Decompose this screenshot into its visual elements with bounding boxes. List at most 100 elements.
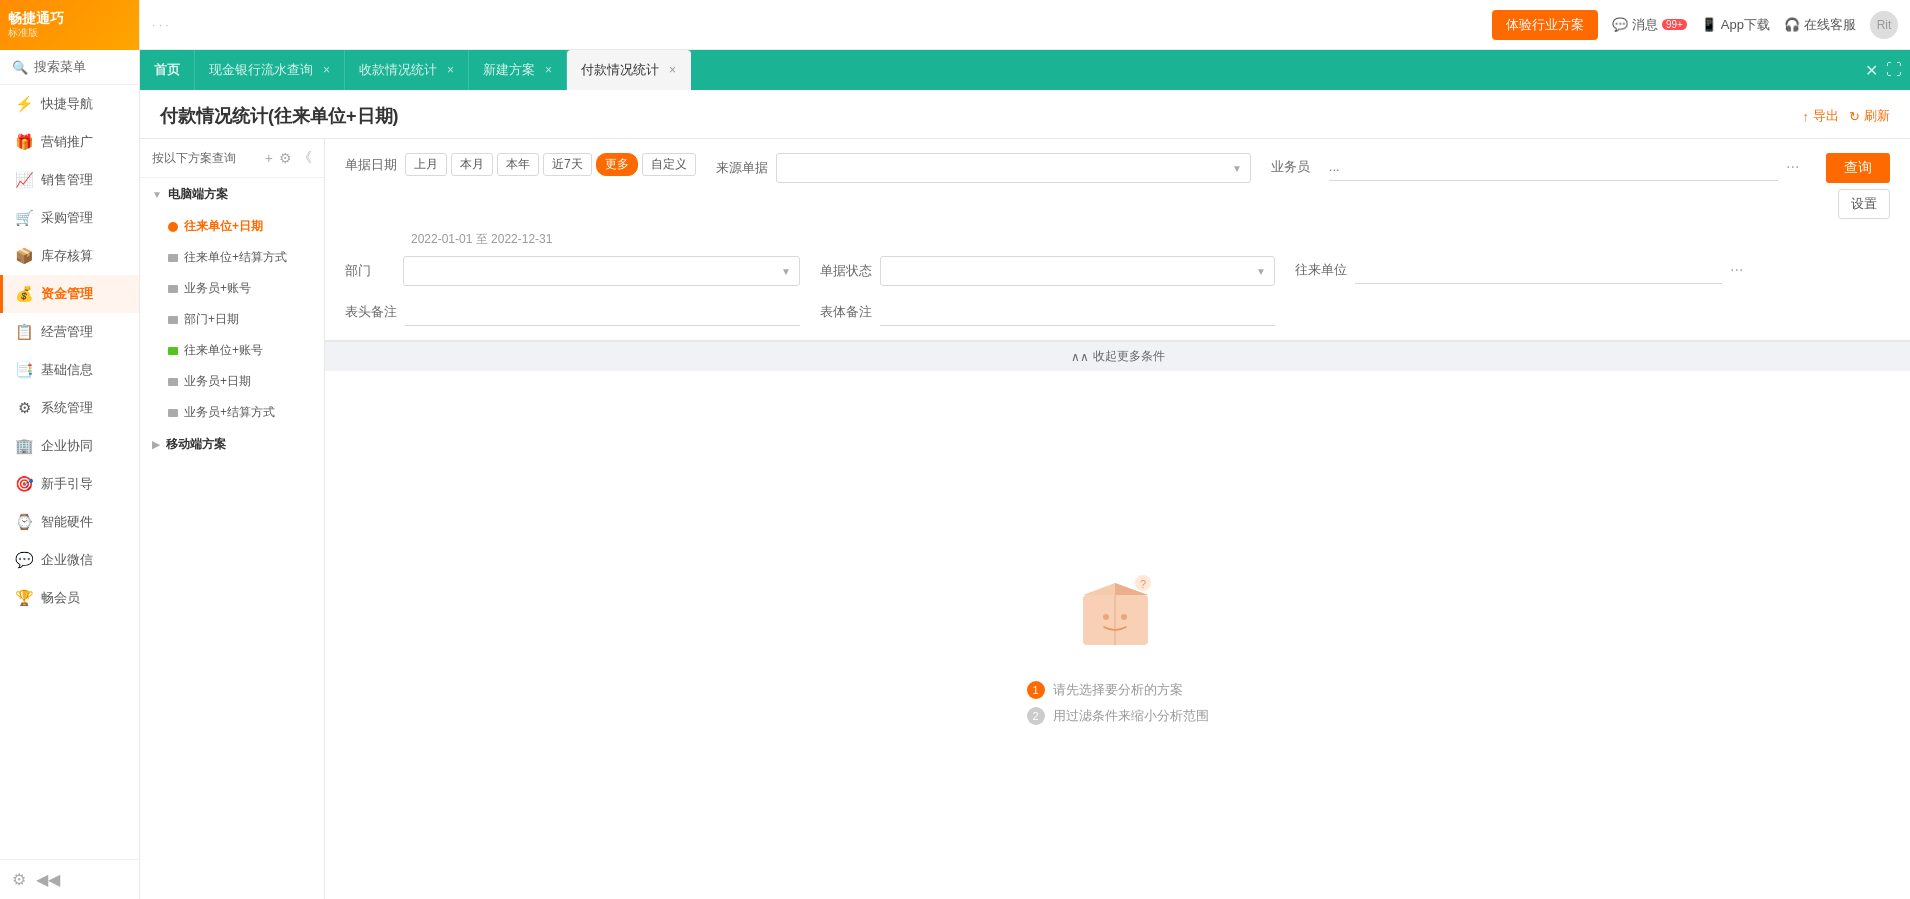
sidebar-item-label: 智能硬件 (41, 513, 93, 531)
topbar: · · · 体验行业方案 💬 消息 99+ 📱 App下载 🎧 在线客服 Rit (140, 0, 1910, 50)
scheme-panel-title: 按以下方案查询 (152, 150, 236, 167)
filter-source-select[interactable]: ▼ (776, 153, 1251, 183)
sidebar-item-marketing[interactable]: 🎁 营销推广 (0, 123, 139, 161)
tab-home[interactable]: 首页 (140, 50, 195, 90)
tab-cash-bank-close[interactable]: × (323, 63, 330, 77)
sidebar-item-purchase[interactable]: 🛒 采购管理 (0, 199, 139, 237)
hardware-icon: ⌚ (15, 513, 33, 531)
tab-payment-stats[interactable]: 付款情况统计 × (567, 50, 691, 90)
tab-new-plan[interactable]: 新建方案 × (469, 50, 567, 90)
empty-tip-1-text: 请先选择要分析的方案 (1053, 681, 1183, 699)
inventory-icon: 📦 (15, 247, 33, 265)
scheme-collapse-icon[interactable]: 《 (298, 149, 312, 167)
scheme-panel-icons: + ⚙ 《 (265, 149, 312, 167)
sidebar-item-sales[interactable]: 📈 销售管理 (0, 161, 139, 199)
fullscreen-button[interactable]: ⛶ (1886, 61, 1902, 79)
select-arrow-icon: ▼ (1232, 163, 1242, 174)
export-button[interactable]: ↑ 导出 (1803, 107, 1840, 125)
tab-receipt-close[interactable]: × (447, 63, 454, 77)
close-all-tabs-button[interactable]: ✕ (1865, 61, 1878, 80)
sidebar-search[interactable]: 🔍 搜索菜单 (0, 50, 139, 85)
sidebar-item-hardware[interactable]: ⌚ 智能硬件 (0, 503, 139, 541)
tab-receipt-stats[interactable]: 收款情况统计 × (345, 50, 469, 90)
message-action[interactable]: 💬 消息 99+ (1612, 16, 1687, 34)
scheme-item-staff-account[interactable]: 业务员+账号 (140, 273, 324, 304)
sidebar-item-member[interactable]: 🏆 畅会员 (0, 579, 139, 617)
filter-voucher-status-select[interactable]: ▼ (880, 256, 1275, 286)
refresh-icon: ↻ (1849, 109, 1860, 124)
sidebar-item-basic-info[interactable]: 📑 基础信息 (0, 351, 139, 389)
scheme-active-indicator (168, 222, 178, 232)
date-btn-custom[interactable]: 自定义 (642, 153, 696, 176)
filter-staff-input[interactable] (1329, 153, 1778, 181)
scheme-item-unit-date[interactable]: 往来单位+日期 (140, 211, 324, 242)
scheme-item-staff-date[interactable]: 业务员+日期 (140, 366, 324, 397)
collapse-bar[interactable]: ∧∧ 收起更多条件 (325, 341, 1910, 371)
sidebar-item-enterprise[interactable]: 🏢 企业协同 (0, 427, 139, 465)
system-icon: ⚙ (15, 399, 33, 417)
sidebar-item-operations[interactable]: 📋 经营管理 (0, 313, 139, 351)
collapse-sidebar-icon[interactable]: ◀◀ (36, 870, 60, 889)
date-btn-this-year[interactable]: 本年 (497, 153, 539, 176)
svg-point-4 (1103, 614, 1109, 620)
content-area: 按以下方案查询 + ⚙ 《 ▼ 电脑端方案 往来单位+日期 (140, 139, 1910, 899)
empty-box-svg: ? (1058, 545, 1178, 665)
user-avatar[interactable]: Rit (1870, 11, 1898, 39)
settings-footer-icon[interactable]: ⚙ (12, 870, 26, 889)
query-button[interactable]: 查询 (1826, 153, 1890, 183)
tab-payment-stats-label: 付款情况统计 (581, 61, 659, 79)
tab-bar: 首页 现金银行流水查询 × 收款情况统计 × 新建方案 × 付款情况统计 × ✕… (140, 50, 1910, 90)
date-btn-this-month[interactable]: 本月 (451, 153, 493, 176)
scheme-item-dept-date[interactable]: 部门+日期 (140, 304, 324, 335)
filter-settings-button[interactable]: 设置 (1838, 189, 1890, 219)
online-service-action[interactable]: 🎧 在线客服 (1784, 16, 1856, 34)
sidebar-item-capital[interactable]: 💰 资金管理 (0, 275, 139, 313)
svg-text:?: ? (1140, 578, 1146, 590)
scheme-item-unit-settle[interactable]: 往来单位+结算方式 (140, 242, 324, 273)
filter-unit-dots[interactable]: ··· (1730, 261, 1750, 279)
sidebar-item-label: 经营管理 (41, 323, 93, 341)
export-icon: ↑ (1803, 109, 1810, 124)
filter-table-body-note-input[interactable] (880, 298, 1275, 326)
scheme-item-unit-account[interactable]: 往来单位+账号 (140, 335, 324, 366)
filter-table-header-note-label: 表头备注 (345, 303, 397, 321)
search-icon: 🔍 (12, 60, 28, 75)
filter-unit-input[interactable] (1355, 256, 1722, 284)
tab-payment-stats-close[interactable]: × (669, 63, 676, 77)
sidebar-item-weixin[interactable]: 💬 企业微信 (0, 541, 139, 579)
sidebar-item-guide[interactable]: 🎯 新手引导 (0, 465, 139, 503)
scheme-table-indicator (168, 254, 178, 262)
empty-tip-1: 1 请先选择要分析的方案 (1027, 681, 1209, 699)
tip-num-2: 2 (1027, 707, 1045, 725)
tab-new-plan-close[interactable]: × (545, 63, 552, 77)
date-btn-last-month[interactable]: 上月 (405, 153, 447, 176)
collapse-chevron-icon: ∧∧ (1071, 350, 1089, 364)
date-range-text: 2022-01-01 至 2022-12-31 (411, 232, 552, 246)
filter-dept-select[interactable]: ▼ (403, 256, 800, 286)
filter-staff-dots[interactable]: ··· (1786, 158, 1806, 176)
chevron-right-icon: ▶ (152, 439, 160, 450)
try-plan-button[interactable]: 体验行业方案 (1492, 10, 1598, 40)
scheme-desktop-category[interactable]: ▼ 电脑端方案 (140, 178, 324, 211)
scheme-add-icon[interactable]: + (265, 150, 273, 166)
scheme-item-staff-settle[interactable]: 业务员+结算方式 (140, 397, 324, 428)
sidebar-item-system[interactable]: ⚙ 系统管理 (0, 389, 139, 427)
refresh-button[interactable]: ↻ 刷新 (1849, 107, 1890, 125)
scheme-mobile-category[interactable]: ▶ 移动端方案 (140, 428, 324, 461)
sidebar-item-quick-nav[interactable]: ⚡ 快捷导航 (0, 85, 139, 123)
topbar-breadcrumb: · · · (152, 18, 1482, 32)
sidebar-footer: ⚙ ◀◀ (0, 859, 139, 899)
svg-point-5 (1121, 614, 1127, 620)
filter-item-dept: 部门 ▼ (345, 256, 800, 286)
date-btn-7days[interactable]: 近7天 (543, 153, 592, 176)
date-btn-more[interactable]: 更多 (596, 153, 638, 176)
tab-home-label: 首页 (154, 61, 180, 79)
filter-unit-label: 往来单位 (1295, 261, 1347, 279)
tab-cash-bank[interactable]: 现金银行流水查询 × (195, 50, 345, 90)
sidebar-item-inventory[interactable]: 📦 库存核算 (0, 237, 139, 275)
filter-table-header-note-input[interactable] (405, 298, 800, 326)
message-label: 消息 (1632, 16, 1658, 34)
app-download-action[interactable]: 📱 App下载 (1701, 16, 1770, 34)
scheme-settings-icon[interactable]: ⚙ (279, 150, 292, 166)
filter-item-table-header-note: 表头备注 (345, 298, 800, 326)
